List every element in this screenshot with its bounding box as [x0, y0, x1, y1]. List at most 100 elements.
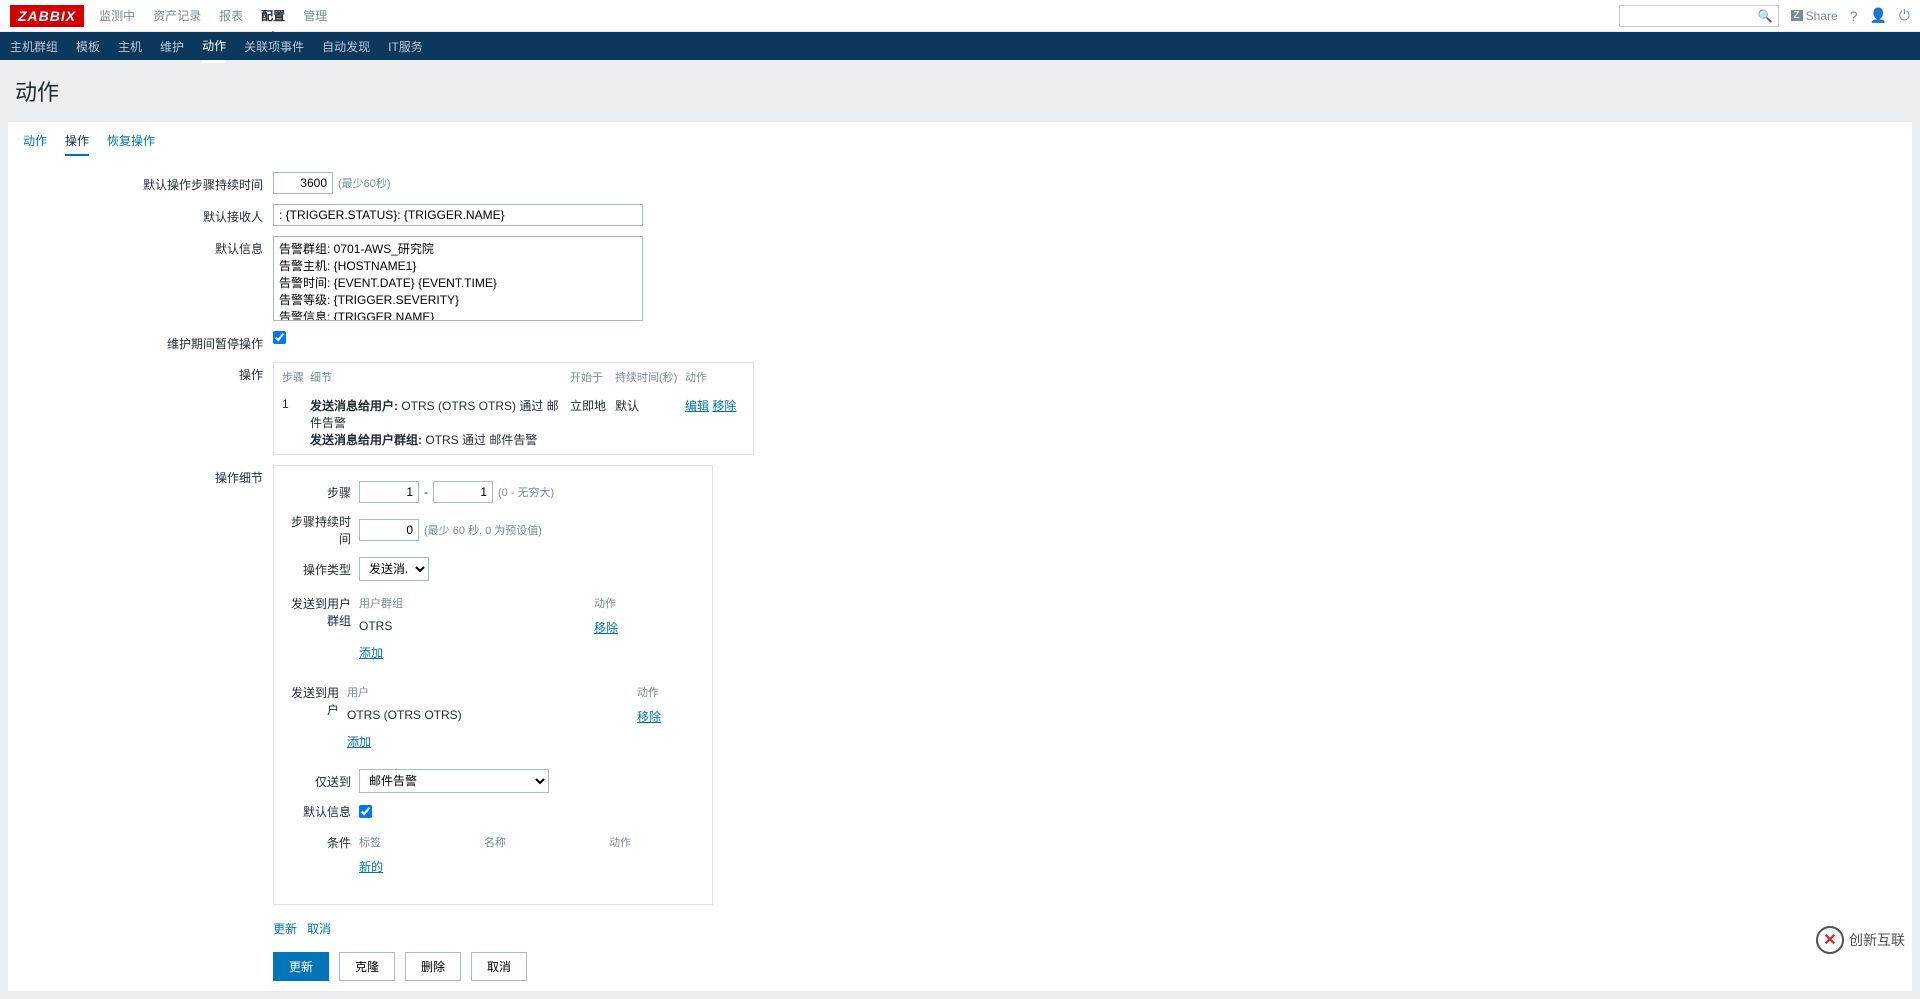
- subnav-actions[interactable]: 动作: [202, 37, 226, 63]
- cell-detail: 发送消息给用户: OTRS (OTRS OTRS) 通过 邮件告警 发送消息给用…: [310, 397, 570, 448]
- watermark-text: 创新互联: [1849, 930, 1905, 950]
- subnav-maintenance[interactable]: 维护: [160, 38, 184, 55]
- row-maintenance-pause: 维护期间暂停操作: [23, 331, 1897, 352]
- link-remove-operation[interactable]: 移除: [712, 399, 736, 413]
- link-detail-update[interactable]: 更新: [273, 920, 297, 937]
- th-start: 开始于: [570, 369, 615, 385]
- step-dash: -: [424, 485, 428, 499]
- label-conditions: 条件: [289, 830, 359, 851]
- select-op-type[interactable]: 发送消息: [359, 557, 429, 581]
- cell-actions: 编辑 移除: [685, 397, 745, 414]
- link-remove-user[interactable]: 移除: [637, 710, 661, 724]
- detail-conditions: 条件 标签 名称 动作 新的: [289, 830, 697, 879]
- tab-operations[interactable]: 操作: [65, 132, 89, 156]
- subnav-hostgroups[interactable]: 主机群组: [10, 38, 58, 55]
- user-icon[interactable]: 👤: [1869, 7, 1886, 24]
- delete-button[interactable]: 删除: [405, 952, 461, 981]
- cell-duration: 默认: [615, 397, 685, 414]
- th-group-action: 动作: [594, 595, 654, 611]
- row-operations: 操作 步骤 细节 开始于 持续时间(秒) 动作 1 发送消息给用户: OTRS …: [23, 362, 1897, 455]
- nav-configuration[interactable]: 配置: [261, 7, 285, 24]
- link-add-group[interactable]: 添加: [359, 644, 383, 661]
- link-detail-cancel[interactable]: 取消: [307, 920, 331, 937]
- help-icon[interactable]: ?: [1850, 8, 1858, 24]
- cancel-button[interactable]: 取消: [471, 952, 527, 981]
- share-button[interactable]: Z Share: [1791, 9, 1838, 23]
- th-usergroup: 用户群组: [359, 595, 594, 611]
- link-add-user[interactable]: 添加: [347, 733, 371, 750]
- page-header: 动作: [0, 60, 1920, 122]
- subnav-hosts[interactable]: 主机: [118, 38, 142, 55]
- subnav-templates[interactable]: 模板: [76, 38, 100, 55]
- label-maintenance-pause: 维护期间暂停操作: [23, 331, 273, 352]
- th-detail: 细节: [310, 369, 570, 385]
- th-action: 动作: [685, 369, 745, 385]
- nav-reports[interactable]: 报表: [219, 7, 243, 24]
- checkbox-default-info[interactable]: [359, 805, 372, 818]
- hint-step: (0 - 无穷大): [498, 484, 554, 500]
- content: 动作 操作 恢复操作 默认操作步骤持续时间 (最少60秒) 默认接收人 默认信息…: [0, 122, 1920, 999]
- sub-nav: 主机群组 模板 主机 维护 动作 关联项事件 自动发现 IT服务: [0, 32, 1920, 60]
- search-input[interactable]: 🔍: [1619, 5, 1779, 27]
- th-cond-action: 动作: [609, 834, 669, 850]
- operation-detail-box: 步骤 - (0 - 无穷大) 步骤持续时间 (最少 60 秒, 0 为预设值) …: [273, 465, 713, 905]
- link-edit-operation[interactable]: 编辑: [685, 399, 709, 413]
- link-new-condition[interactable]: 新的: [359, 858, 383, 875]
- cell-group-name: OTRS: [359, 619, 594, 636]
- row-default-step-duration: 默认操作步骤持续时间 (最少60秒): [23, 172, 1897, 194]
- label-detail-default-info: 默认信息: [289, 803, 359, 820]
- checkbox-maintenance-pause[interactable]: [273, 331, 286, 344]
- input-default-message[interactable]: 告警群组: 0701-AWS_研究院 告警主机: {HOSTNAME1} 告警时…: [273, 236, 643, 321]
- nav-administration[interactable]: 管理: [303, 7, 327, 24]
- tab-action[interactable]: 动作: [23, 132, 47, 156]
- input-step-to[interactable]: [433, 481, 493, 503]
- th-user-action: 动作: [637, 684, 697, 700]
- subnav-discovery[interactable]: 自动发现: [322, 38, 370, 55]
- detail-default-info: 默认信息: [289, 803, 697, 820]
- top-nav-items: 监测中 资产记录 报表 配置 管理: [99, 7, 327, 24]
- link-remove-group[interactable]: 移除: [594, 621, 618, 635]
- detail-line2-text: OTRS 通过 邮件告警: [422, 433, 537, 447]
- row-default-message: 默认信息 告警群组: 0701-AWS_研究院 告警主机: {HOSTNAME1…: [23, 236, 1897, 321]
- watermark: ✕ 创新互联: [1816, 926, 1905, 954]
- input-step-from[interactable]: [359, 481, 419, 503]
- hint-default-step-duration: (最少60秒): [338, 175, 391, 191]
- tab-nav: 动作 操作 恢复操作: [23, 132, 1897, 157]
- label-op-type: 操作类型: [289, 561, 359, 578]
- label-operations: 操作: [23, 362, 273, 383]
- subnav-correlation[interactable]: 关联项事件: [244, 38, 304, 55]
- label-send-groups: 发送到用户群组: [289, 591, 359, 629]
- power-icon[interactable]: ⏻: [1899, 7, 1910, 24]
- detail-line2-bold: 发送消息给用户群组:: [310, 433, 422, 447]
- label-operation-detail: 操作细节: [23, 465, 273, 486]
- th-cond-name: 名称: [484, 834, 609, 850]
- inner-action-links: 更新 取消: [273, 920, 331, 937]
- cell-step: 1: [282, 397, 310, 411]
- input-default-recipient[interactable]: [273, 204, 643, 226]
- subnav-itservices[interactable]: IT服务: [388, 38, 423, 55]
- cell-user-name: OTRS (OTRS OTRS): [347, 708, 637, 725]
- nav-inventory[interactable]: 资产记录: [153, 7, 201, 24]
- form-buttons: 更新 克隆 删除 取消: [273, 952, 1897, 981]
- input-default-step-duration[interactable]: [273, 172, 333, 194]
- update-button[interactable]: 更新: [273, 952, 329, 981]
- operations-table: 步骤 细节 开始于 持续时间(秒) 动作 1 发送消息给用户: OTRS (OT…: [273, 362, 754, 455]
- input-step-duration[interactable]: [359, 519, 419, 541]
- nav-monitoring[interactable]: 监测中: [99, 7, 135, 24]
- detail-step-duration: 步骤持续时间 (最少 60 秒, 0 为预设值): [289, 513, 697, 547]
- detail-send-groups: 发送到用户群组 用户群组 动作 OTRS 移除 添加: [289, 591, 697, 665]
- groups-table: 用户群组 动作 OTRS 移除 添加: [359, 591, 654, 665]
- clone-button[interactable]: 克隆: [339, 952, 395, 981]
- label-step: 步骤: [289, 484, 359, 501]
- select-send-only[interactable]: 邮件告警: [359, 769, 549, 793]
- tab-recovery[interactable]: 恢复操作: [107, 132, 155, 156]
- hint-step-duration: (最少 60 秒, 0 为预设值): [424, 522, 542, 538]
- th-cond-label: 标签: [359, 834, 484, 850]
- operations-table-header: 步骤 细节 开始于 持续时间(秒) 动作: [274, 363, 753, 391]
- share-label: Share: [1806, 9, 1838, 23]
- detail-line1-bold: 发送消息给用户:: [310, 399, 398, 413]
- top-right: 🔍 Z Share ? 👤 ⏻: [1619, 5, 1910, 27]
- panel: 动作 操作 恢复操作 默认操作步骤持续时间 (最少60秒) 默认接收人 默认信息…: [8, 122, 1912, 991]
- label-step-duration: 步骤持续时间: [289, 513, 359, 547]
- row-operation-detail: 操作细节 步骤 - (0 - 无穷大) 步骤持续时间 (最少 60 秒, 0 为…: [23, 465, 1897, 937]
